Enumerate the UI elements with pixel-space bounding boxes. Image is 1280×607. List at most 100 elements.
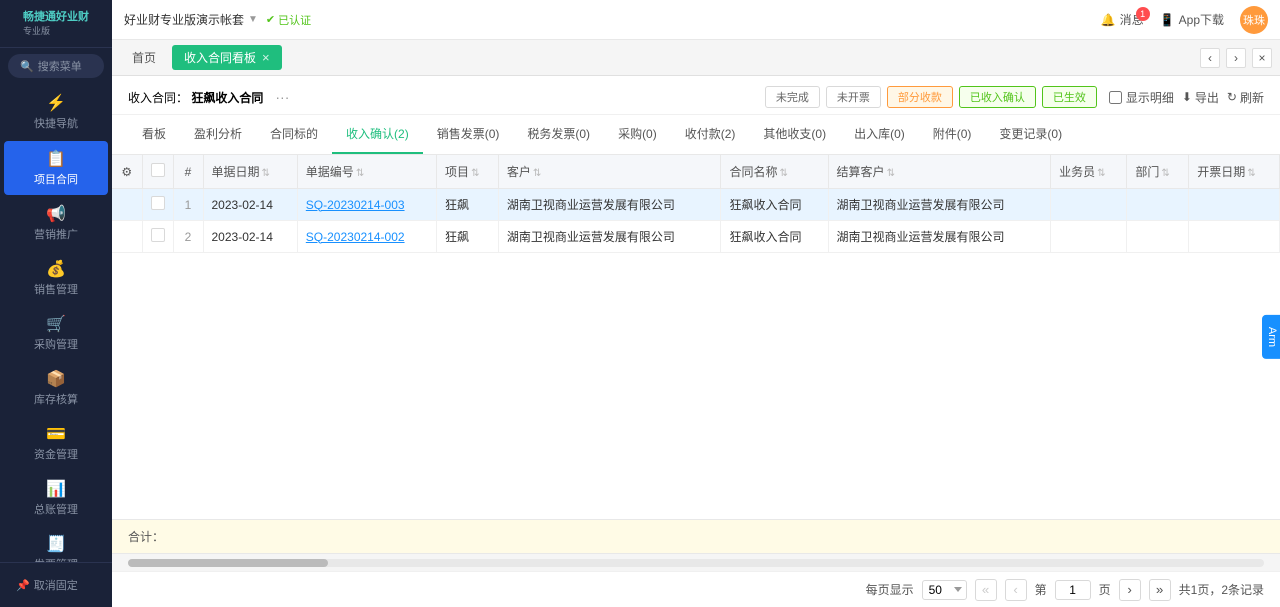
- sidebar-item-finance-label: 资金管理: [34, 446, 78, 462]
- subtab-confirm[interactable]: 收入确认(2): [332, 115, 423, 154]
- th-settings[interactable]: ⚙: [112, 155, 142, 189]
- verified-text: 已认证: [278, 12, 311, 28]
- logo-sub: 专业版: [23, 24, 89, 37]
- subtab-sales-invoice[interactable]: 销售发票(0): [423, 115, 514, 154]
- purchase-icon: 🛒: [46, 314, 66, 334]
- table-row[interactable]: 2 2023-02-14 SQ-20230214-002 狂飙 湖南卫视商业运营…: [112, 221, 1280, 253]
- header-actions: 显示明细 ⬇ 导出 ↻ 刷新: [1109, 89, 1264, 106]
- marketing-icon: 📢: [46, 204, 66, 224]
- user-avatar[interactable]: 珠珠: [1240, 6, 1268, 34]
- page-number-input[interactable]: [1055, 580, 1091, 600]
- row-num: 2: [173, 221, 203, 253]
- row-select-checkbox[interactable]: [151, 196, 165, 210]
- tab-nav-prev[interactable]: ‹: [1200, 48, 1220, 68]
- app-download-label: App下载: [1179, 11, 1224, 28]
- scrollbar-thumb[interactable]: [128, 559, 328, 567]
- row-contract-name: 狂飙收入合同: [721, 189, 828, 221]
- subtab-change-log[interactable]: 变更记录(0): [985, 115, 1076, 154]
- select-all-checkbox[interactable]: [151, 163, 165, 177]
- table-row[interactable]: 1 2023-02-14 SQ-20230214-003 狂飙 湖南卫视商业运营…: [112, 189, 1280, 221]
- sidebar-nav: 📋 项目合同 📢 营销推广 💰 销售管理 🛒 采购管理 📦 库存核算 💳 资金管…: [0, 140, 112, 562]
- th-contract-name[interactable]: 合同名称⇅: [721, 155, 828, 189]
- th-department[interactable]: 部门⇅: [1127, 155, 1189, 189]
- notifications-badge: 1: [1136, 7, 1150, 21]
- tab-income-contract[interactable]: 收入合同看板 ×: [172, 45, 282, 70]
- last-page-button[interactable]: »: [1149, 579, 1171, 601]
- subtab-purchase[interactable]: 采购(0): [604, 115, 671, 154]
- status-effective[interactable]: 已生效: [1042, 86, 1097, 108]
- status-uninvoiced[interactable]: 未开票: [826, 86, 881, 108]
- show-detail-checkbox[interactable]: 显示明细: [1109, 89, 1174, 106]
- sidebar-item-finance[interactable]: 💳 资金管理: [4, 416, 108, 470]
- th-bill-no-label: 单据编号: [306, 165, 354, 179]
- row-project: 狂飙: [437, 221, 499, 253]
- sidebar-item-quick-nav[interactable]: ⚡ 快捷导航: [4, 85, 108, 139]
- row-bill-no[interactable]: SQ-20230214-002: [297, 221, 436, 253]
- subtab-kanban[interactable]: 看板: [128, 115, 180, 154]
- verified-badge: ✔ 已认证: [266, 12, 311, 28]
- subtab-tax-invoice[interactable]: 税务发票(0): [513, 115, 604, 154]
- row-checkbox[interactable]: [142, 189, 173, 221]
- th-invoice-date[interactable]: 开票日期⇅: [1189, 155, 1280, 189]
- tab-income-contract-label: 收入合同看板: [184, 49, 256, 66]
- sales-icon: 💰: [46, 259, 66, 279]
- sum-label: 合计：: [128, 528, 164, 545]
- sort-invoicedate-icon: ⇅: [1247, 168, 1255, 179]
- sidebar-item-marketing-label: 营销推广: [34, 226, 78, 242]
- export-button[interactable]: ⬇ 导出: [1182, 89, 1219, 106]
- subtab-attachment[interactable]: 附件(0): [919, 115, 986, 154]
- th-project[interactable]: 项目⇅: [437, 155, 499, 189]
- refresh-button[interactable]: ↻ 刷新: [1227, 89, 1264, 106]
- tabbar-nav: ‹ › ×: [1200, 48, 1272, 68]
- row-settings: [112, 189, 142, 221]
- subtab-profit[interactable]: 盈利分析: [180, 115, 256, 154]
- sidebar-item-project[interactable]: 📋 项目合同: [4, 141, 108, 195]
- search-menu-button[interactable]: 🔍 搜索菜单: [8, 54, 104, 78]
- sidebar-item-invoice[interactable]: 🧾 发票管理: [4, 526, 108, 562]
- row-select-checkbox[interactable]: [151, 228, 165, 242]
- arm-floating-button[interactable]: Arm: [1262, 315, 1280, 359]
- app-download-button[interactable]: 📱 App下载: [1160, 11, 1224, 28]
- sidebar-item-general[interactable]: 📊 总账管理: [4, 471, 108, 525]
- th-salesperson[interactable]: 业务员⇅: [1051, 155, 1127, 189]
- contract-more-button[interactable]: ···: [275, 89, 289, 105]
- tab-home[interactable]: 首页: [120, 45, 168, 70]
- sum-row: 合计：: [112, 519, 1280, 553]
- sidebar-item-marketing[interactable]: 📢 营销推广: [4, 196, 108, 250]
- subtab-other-income[interactable]: 其他收支(0): [749, 115, 840, 154]
- tabbar: 首页 收入合同看板 × ‹ › ×: [112, 40, 1280, 76]
- sidebar-item-purchase[interactable]: 🛒 采购管理: [4, 306, 108, 360]
- per-page-select[interactable]: 50 10 20 100: [922, 580, 967, 600]
- unpin-button[interactable]: 📌 取消固定: [8, 571, 104, 599]
- sidebar-item-sales[interactable]: 💰 销售管理: [4, 251, 108, 305]
- row-invoice-date: [1189, 189, 1280, 221]
- status-partial[interactable]: 部分收款: [887, 86, 953, 108]
- company-dropdown[interactable]: 好业财专业版演示帐套 ▼: [124, 11, 258, 28]
- row-checkbox[interactable]: [142, 221, 173, 253]
- first-page-button[interactable]: «: [975, 579, 997, 601]
- horizontal-scrollbar[interactable]: [112, 553, 1280, 571]
- th-checkbox[interactable]: [142, 155, 173, 189]
- subtab-standard[interactable]: 合同标的: [256, 115, 332, 154]
- sidebar-item-inventory[interactable]: 📦 库存核算: [4, 361, 108, 415]
- status-incomplete[interactable]: 未完成: [765, 86, 820, 108]
- th-billing-customer-label: 结算客户: [837, 165, 885, 179]
- row-bill-no[interactable]: SQ-20230214-003: [297, 189, 436, 221]
- tab-nav-close[interactable]: ×: [1252, 48, 1272, 68]
- th-bill-no[interactable]: 单据编号⇅: [297, 155, 436, 189]
- th-num: #: [173, 155, 203, 189]
- content: 收入合同： 狂飙收入合同 ··· 未完成 未开票 部分收款 已收入确认 已生效 …: [112, 76, 1280, 607]
- tab-close-icon[interactable]: ×: [262, 50, 270, 65]
- th-billing-customer[interactable]: 结算客户⇅: [828, 155, 1051, 189]
- status-confirmed[interactable]: 已收入确认: [959, 86, 1036, 108]
- notifications-button[interactable]: 🔔 消息 1: [1101, 11, 1144, 28]
- next-page-button[interactable]: ›: [1119, 579, 1141, 601]
- subtab-payment[interactable]: 收付款(2): [671, 115, 750, 154]
- prev-page-button[interactable]: ‹: [1005, 579, 1027, 601]
- th-customer[interactable]: 客户⇅: [498, 155, 721, 189]
- subtab-warehouse[interactable]: 出入库(0): [840, 115, 919, 154]
- show-detail-input[interactable]: [1109, 91, 1122, 104]
- tab-nav-next[interactable]: ›: [1226, 48, 1246, 68]
- sort-department-icon: ⇅: [1161, 168, 1169, 179]
- th-date[interactable]: 单据日期⇅: [203, 155, 297, 189]
